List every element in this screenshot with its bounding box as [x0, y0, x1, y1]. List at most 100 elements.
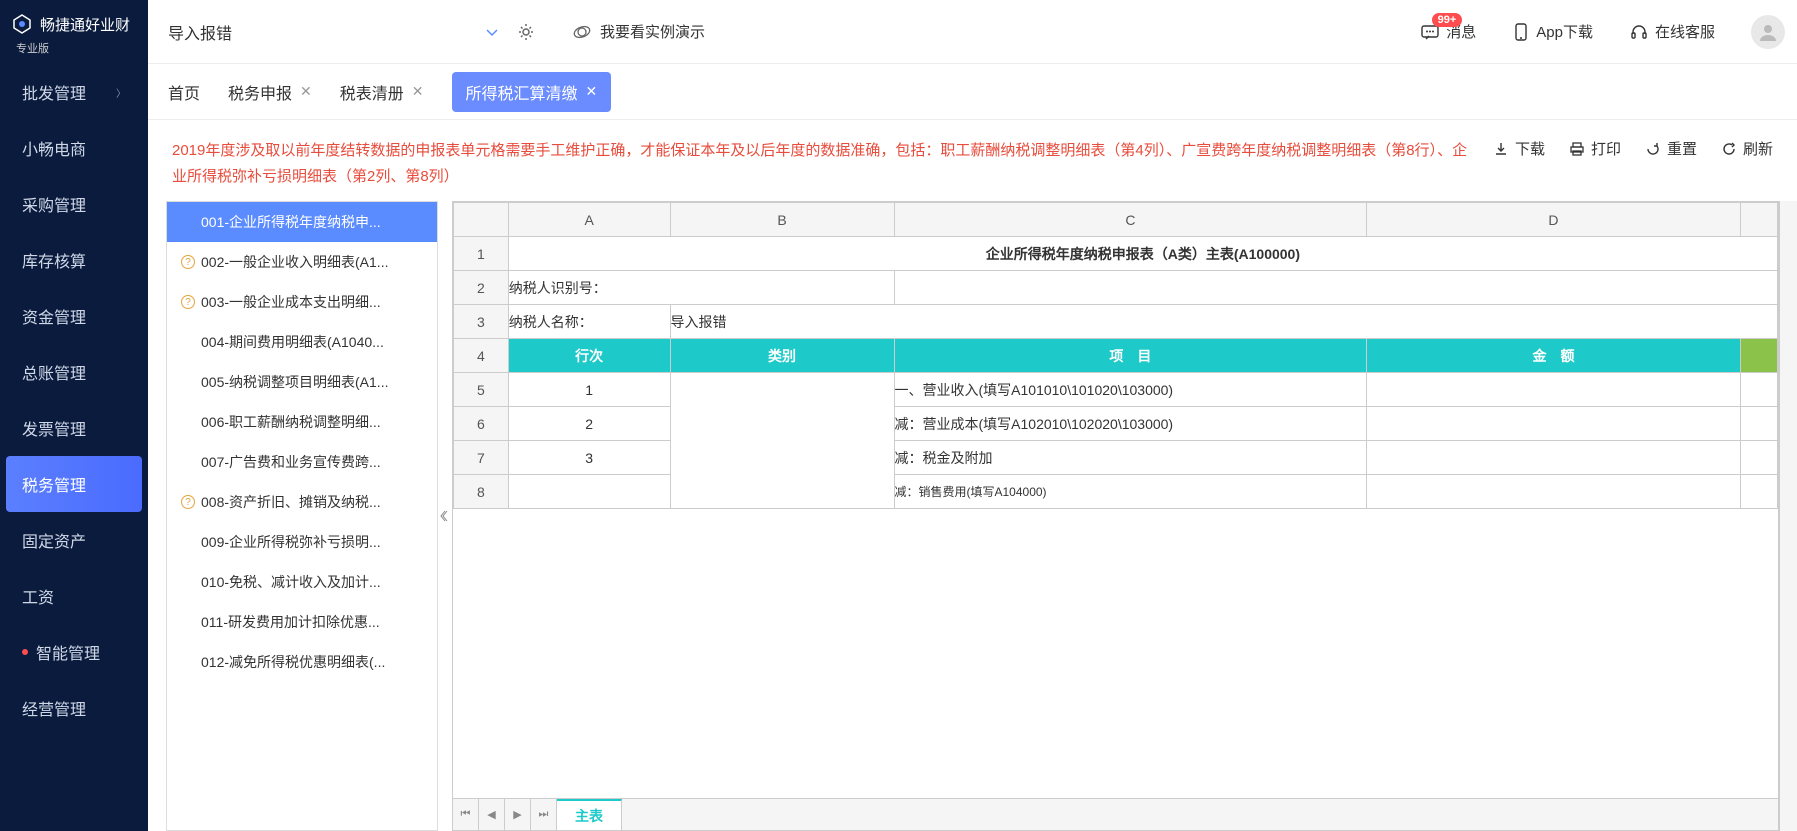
cell-item-1[interactable]: 一、营业收入(填写A101010\101020\103000) — [894, 373, 1367, 407]
cell-rownum-2[interactable]: 2 — [508, 407, 670, 441]
row-head-3[interactable]: 3 — [454, 305, 509, 339]
sheet-tab-main[interactable]: 主表 — [557, 799, 622, 830]
tree-item-9[interactable]: 010-免税、减计收入及加计... — [167, 562, 437, 602]
close-icon[interactable]: ✕ — [412, 83, 424, 100]
tree-item-6[interactable]: 007-广告费和业务宣传费跨... — [167, 442, 437, 482]
header-extra[interactable] — [1740, 339, 1777, 373]
cell-item-2[interactable]: 减：营业成本(填写A102010\102020\103000) — [894, 407, 1367, 441]
tree-item-label: 009-企业所得税弥补亏损明... — [201, 532, 381, 552]
cell-rownum-3[interactable]: 3 — [508, 441, 670, 475]
header-amount[interactable]: 金 额 — [1367, 339, 1740, 373]
sheet-nav-prev[interactable]: ◀ — [479, 799, 505, 830]
row-head-2[interactable]: 2 — [454, 271, 509, 305]
tree-item-2[interactable]: ?003-一般企业成本支出明细... — [167, 282, 437, 322]
sidebar-item-8[interactable]: 固定资产 — [0, 512, 148, 568]
col-head-c[interactable]: C — [894, 203, 1367, 237]
chevron-down-icon[interactable] — [484, 24, 500, 40]
col-head-extra[interactable] — [1740, 203, 1777, 237]
app-download-button[interactable]: App下载 — [1502, 21, 1603, 42]
header-item[interactable]: 项 目 — [894, 339, 1367, 373]
tree-item-11[interactable]: 012-减免所得税优惠明细表(... — [167, 642, 437, 682]
tab-2[interactable]: 税表清册✕ — [340, 74, 424, 110]
sidebar-item-5[interactable]: 总账管理 — [0, 344, 148, 400]
tab-3[interactable]: 所得税汇算清缴✕ — [452, 72, 612, 112]
taxpayer-name-label[interactable]: 纳税人名称： — [508, 305, 670, 339]
col-head-d[interactable]: D — [1367, 203, 1740, 237]
cell-amount-4[interactable] — [1367, 475, 1740, 509]
sidebar-item-2[interactable]: 采购管理 — [0, 176, 148, 232]
sheet-nav-last[interactable]: ⏭ — [531, 799, 557, 830]
demo-link[interactable]: 我要看实例演示 — [572, 21, 705, 42]
sidebar-item-label: 智能管理 — [36, 640, 100, 664]
header-category[interactable]: 类别 — [670, 339, 894, 373]
sidebar-item-label: 资金管理 — [22, 304, 86, 328]
tree-item-10[interactable]: 011-研发费用加计扣除优惠... — [167, 602, 437, 642]
row-head-7[interactable]: 7 — [454, 441, 509, 475]
sheet-scroll-area[interactable]: A B C D 1 企业所得税年度纳税申报表（A类）主表(A100000) — [453, 202, 1778, 798]
tree-item-label: 007-广告费和业务宣传费跨... — [201, 452, 381, 472]
sheet-nav-next[interactable]: ▶ — [505, 799, 531, 830]
tree-item-3[interactable]: 004-期间费用明细表(A1040... — [167, 322, 437, 362]
sidebar-item-label: 小畅电商 — [22, 136, 86, 160]
row-head-5[interactable]: 5 — [454, 373, 509, 407]
search-box[interactable]: 导入报错 — [168, 20, 468, 44]
sidebar-item-9[interactable]: 工资 — [0, 568, 148, 624]
close-icon[interactable]: ✕ — [300, 83, 312, 100]
tree-item-5[interactable]: 006-职工薪酬纳税调整明细... — [167, 402, 437, 442]
tree-item-8[interactable]: 009-企业所得税弥补亏损明... — [167, 522, 437, 562]
header-rownum[interactable]: 行次 — [508, 339, 670, 373]
taxpayer-name-value[interactable]: 导入报错 — [670, 305, 1777, 339]
taxpayer-id-value[interactable] — [894, 271, 1778, 305]
cell-item-3[interactable]: 减：税金及附加 — [894, 441, 1367, 475]
sidebar-item-1[interactable]: 小畅电商 — [0, 120, 148, 176]
sheet-nav-first[interactable]: ⏮ — [453, 799, 479, 830]
cell-extra-4[interactable] — [1740, 475, 1777, 509]
sidebar-item-6[interactable]: 发票管理 — [0, 400, 148, 456]
tree-item-7[interactable]: ?008-资产折旧、摊销及纳税... — [167, 482, 437, 522]
sidebar-item-7[interactable]: 税务管理 — [6, 456, 142, 512]
cell-rownum-4[interactable] — [508, 475, 670, 509]
col-head-b[interactable]: B — [670, 203, 894, 237]
close-icon[interactable]: ✕ — [586, 83, 598, 100]
cell-amount-3[interactable] — [1367, 441, 1740, 475]
print-button[interactable]: 打印 — [1569, 138, 1621, 159]
refresh-button[interactable]: 刷新 — [1721, 138, 1773, 159]
tree-item-label: 001-企业所得税年度纳税申... — [201, 212, 381, 232]
row-head-1[interactable]: 1 — [454, 237, 509, 271]
download-button[interactable]: 下载 — [1493, 138, 1545, 159]
cell-extra-2[interactable] — [1740, 407, 1777, 441]
cell-amount-1[interactable] — [1367, 373, 1740, 407]
collapse-handle[interactable] — [438, 201, 452, 831]
brand-name: 畅捷通好业财 — [40, 14, 130, 35]
row-head-8[interactable]: 8 — [454, 475, 509, 509]
avatar[interactable] — [1751, 15, 1785, 49]
cell-category-merged[interactable] — [670, 373, 894, 509]
tree-item-4[interactable]: 005-纳税调整项目明细表(A1... — [167, 362, 437, 402]
sidebar-item-10[interactable]: 智能管理 — [0, 624, 148, 680]
cell-amount-2[interactable] — [1367, 407, 1740, 441]
vertical-scrollbar[interactable] — [1779, 201, 1797, 831]
sidebar-item-0[interactable]: 批发管理〉 — [0, 64, 148, 120]
messages-button[interactable]: 消息 99+ — [1410, 21, 1486, 42]
sheet-title[interactable]: 企业所得税年度纳税申报表（A类）主表(A100000) — [508, 237, 1777, 271]
sheet-corner[interactable] — [454, 203, 509, 237]
row-head-6[interactable]: 6 — [454, 407, 509, 441]
gear-icon[interactable] — [516, 22, 536, 42]
sidebar-item-11[interactable]: 经营管理 — [0, 680, 148, 736]
cell-extra-1[interactable] — [1740, 373, 1777, 407]
tree-item-1[interactable]: ?002-一般企业收入明细表(A1... — [167, 242, 437, 282]
customer-service-button[interactable]: 在线客服 — [1619, 21, 1725, 42]
taxpayer-id-label[interactable]: 纳税人识别号： — [508, 271, 894, 305]
col-head-a[interactable]: A — [508, 203, 670, 237]
reset-button[interactable]: 重置 — [1645, 138, 1697, 159]
cell-item-4[interactable]: 减：销售费用(填写A104000) — [894, 475, 1367, 509]
tree-item-0[interactable]: 001-企业所得税年度纳税申... — [167, 202, 437, 242]
tab-1[interactable]: 税务申报✕ — [228, 74, 312, 110]
tree-item-label: 004-期间费用明细表(A1040... — [201, 332, 384, 352]
sidebar-item-4[interactable]: 资金管理 — [0, 288, 148, 344]
tab-0[interactable]: 首页 — [168, 74, 200, 110]
row-head-4[interactable]: 4 — [454, 339, 509, 373]
cell-extra-3[interactable] — [1740, 441, 1777, 475]
cell-rownum-1[interactable]: 1 — [508, 373, 670, 407]
sidebar-item-3[interactable]: 库存核算 — [0, 232, 148, 288]
